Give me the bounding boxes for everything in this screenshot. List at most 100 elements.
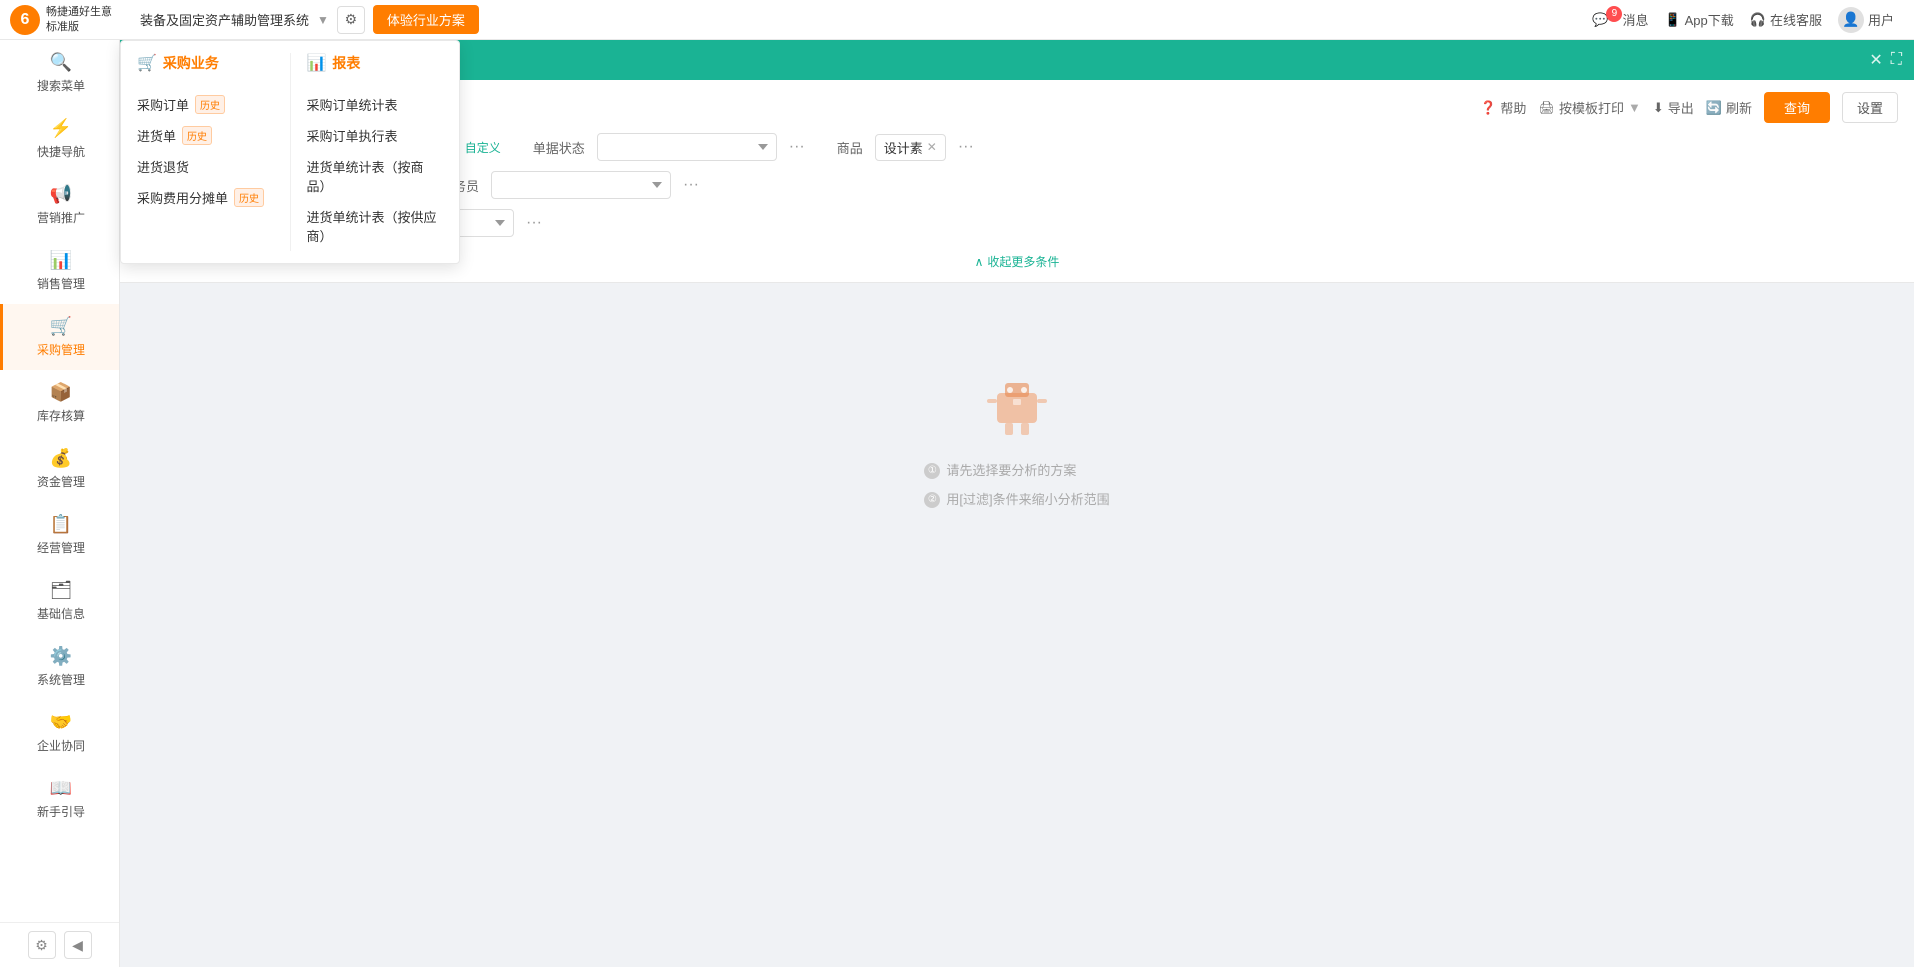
system-dropdown-arrow[interactable]: ▼ (317, 13, 329, 27)
help-icon: ❓ (1480, 100, 1496, 116)
shortcut-custom[interactable]: 自定义 (465, 139, 501, 156)
dropdown-item-purchase-expense[interactable]: 采购费用分摊单 历史 (137, 182, 274, 213)
sidebar-label-marketing: 营销推广 (37, 209, 85, 226)
refresh-button[interactable]: 🔄 刷新 (1706, 98, 1752, 117)
order-status-label: 单据状态 (533, 138, 585, 157)
sidebar-label-finance: 资金管理 (37, 473, 85, 490)
sidebar: 🔍 搜索菜单 ⚡ 快捷导航 📢 营销推广 📊 销售管理 🛒 采购管理 📦 库存核… (0, 40, 120, 967)
dropdown-columns: 🛒 采购业务 采购订单 历史 进货单 历史 进货退货 采购费用分摊单 历史 📊 (121, 53, 459, 251)
order-status-select[interactable] (597, 133, 777, 161)
inventory-icon: 📦 (50, 382, 72, 403)
goods-tag: 设计素 ✕ (875, 134, 946, 161)
logo-icon: 6 (10, 5, 40, 35)
logo-text: 畅捷通好生意 标准版 (46, 5, 112, 34)
dropdown-item-po-stats[interactable]: 采购订单统计表 (307, 89, 444, 120)
dropdown-purchase-col: 🛒 采购业务 采购订单 历史 进货单 历史 进货退货 采购费用分摊单 历史 (121, 53, 290, 251)
sidebar-label-cooperation: 企业协同 (37, 737, 85, 754)
customer-more-icon[interactable]: ··· (526, 214, 542, 232)
purchase-icon: 🛒 (50, 316, 72, 337)
salesman-select[interactable] (491, 171, 671, 199)
top-bar: 6 畅捷通好生意 标准版 装备及固定资产辅助管理系统 ▼ ⚙ 体验行业方案 💬 … (0, 0, 1914, 40)
top-bar-system: 装备及固定资产辅助管理系统 ▼ ⚙ 体验行业方案 (140, 5, 1592, 34)
sidebar-item-cooperation[interactable]: 🤝 企业协同 (0, 700, 119, 766)
logo: 6 畅捷通好生意 标准版 (10, 5, 130, 35)
dropdown-item-receipt-by-goods[interactable]: 进货单统计表（按商品） (307, 151, 444, 201)
app-download-button[interactable]: 📱 App下载 (1664, 10, 1733, 29)
sidebar-label-search: 搜索菜单 (37, 77, 85, 94)
sidebar-item-purchase[interactable]: 🛒 采购管理 (0, 304, 119, 370)
empty-tips: ① 请先选择要分析的方案 ② 用[过滤]条件来缩小分析范围 (924, 459, 1109, 512)
report-col-title: 📊 报表 (307, 53, 444, 79)
avatar: 👤 (1838, 7, 1864, 33)
sidebar-label-purchase: 采购管理 (37, 341, 85, 358)
purchase-col-icon: 🛒 (137, 53, 157, 73)
goods-tag-close-icon[interactable]: ✕ (927, 140, 937, 154)
finance-icon: 💰 (50, 448, 72, 469)
order-status-more-icon[interactable]: ··· (789, 138, 805, 156)
sidebar-settings-button[interactable]: ⚙ (28, 931, 56, 959)
export-button[interactable]: ⬇ 导出 (1653, 98, 1694, 117)
query-button[interactable]: 查询 (1764, 92, 1830, 123)
goods-more-icon[interactable]: ··· (958, 138, 974, 156)
online-service-button[interactable]: 🎧 在线客服 (1750, 10, 1822, 29)
help-button[interactable]: ❓ 帮助 (1480, 98, 1526, 117)
dropdown-item-po-execution[interactable]: 采购订单执行表 (307, 120, 444, 151)
sidebar-label-sales: 销售管理 (37, 275, 85, 292)
dropdown-item-goods-return[interactable]: 进货退货 (137, 151, 274, 182)
basic-icon: 🗂 (50, 580, 73, 601)
nav-icon: ⚡ (50, 118, 72, 139)
empty-illustration (977, 363, 1057, 443)
history-badge-3: 历史 (234, 188, 264, 207)
collapse-up-icon: ∧ (975, 255, 984, 269)
tab-close-window-icon[interactable]: ✕ (1869, 50, 1882, 70)
refresh-icon: 🔄 (1706, 100, 1722, 116)
sidebar-item-operations[interactable]: 📋 经营管理 (0, 502, 119, 568)
phone-icon: 📱 (1664, 12, 1680, 28)
settings-icon[interactable]: ⚙ (337, 6, 365, 34)
export-icon: ⬇ (1653, 100, 1664, 116)
industry-button[interactable]: 体验行业方案 (373, 5, 479, 34)
dropdown-item-receipt-by-supplier[interactable]: 进货单统计表（按供应商） (307, 201, 444, 251)
messages-badge: 9 (1606, 6, 1622, 22)
tab-bar-actions: ✕ ⛶ (1869, 50, 1914, 70)
system-name: 装备及固定资产辅助管理系统 (140, 10, 309, 29)
sidebar-item-nav[interactable]: ⚡ 快捷导航 (0, 106, 119, 172)
sidebar-item-sales[interactable]: 📊 销售管理 (0, 238, 119, 304)
operations-icon: 📋 (50, 514, 72, 535)
settings-button[interactable]: 设置 (1842, 92, 1898, 123)
guide-icon: 📖 (50, 778, 72, 799)
sidebar-item-system[interactable]: ⚙️ 系统管理 (0, 634, 119, 700)
sidebar-label-basic: 基础信息 (37, 605, 85, 622)
sidebar-label-inventory: 库存核算 (37, 407, 85, 424)
dropdown-item-goods-receipt[interactable]: 进货单 历史 (137, 120, 274, 151)
sidebar-label-system: 系统管理 (37, 671, 85, 688)
tip-num-1: ① (924, 463, 940, 479)
search-icon: 🔍 (50, 52, 72, 73)
sidebar-item-basic[interactable]: 🗂 基础信息 (0, 568, 119, 634)
collapse-button[interactable]: ∧ 收起更多条件 (975, 253, 1060, 270)
headset-icon: 🎧 (1750, 12, 1766, 28)
report-col-icon: 📊 (307, 53, 327, 73)
sidebar-item-marketing[interactable]: 📢 营销推广 (0, 172, 119, 238)
salesman-more-icon[interactable]: ··· (683, 176, 699, 194)
user-menu-button[interactable]: 👤 用户 (1838, 7, 1894, 33)
history-badge-2: 历史 (182, 126, 212, 145)
dropdown-report-col: 📊 报表 采购订单统计表 采购订单执行表 进货单统计表（按商品） 进货单统计表（… (290, 53, 460, 251)
tab-maximize-icon[interactable]: ⛶ (1891, 51, 1902, 69)
print-icon: 🖨 (1538, 100, 1555, 116)
sidebar-bottom: ⚙ ◀ (0, 922, 119, 967)
sidebar-item-search[interactable]: 🔍 搜索菜单 (0, 40, 119, 106)
system-icon: ⚙️ (50, 646, 72, 667)
messages-button[interactable]: 💬 9 消息 (1592, 10, 1648, 29)
print-button[interactable]: 🖨 按模板打印 ▼ (1538, 98, 1640, 117)
sidebar-item-finance[interactable]: 💰 资金管理 (0, 436, 119, 502)
history-badge-1: 历史 (195, 95, 225, 114)
sidebar-item-guide[interactable]: 📖 新手引导 (0, 766, 119, 832)
empty-state: ① 请先选择要分析的方案 ② 用[过滤]条件来缩小分析范围 (120, 283, 1914, 592)
marketing-icon: 📢 (50, 184, 72, 205)
tip-num-2: ② (924, 492, 940, 508)
purchase-col-title: 🛒 采购业务 (137, 53, 274, 79)
sidebar-collapse-button[interactable]: ◀ (64, 931, 92, 959)
sidebar-item-inventory[interactable]: 📦 库存核算 (0, 370, 119, 436)
dropdown-item-purchase-order[interactable]: 采购订单 历史 (137, 89, 274, 120)
